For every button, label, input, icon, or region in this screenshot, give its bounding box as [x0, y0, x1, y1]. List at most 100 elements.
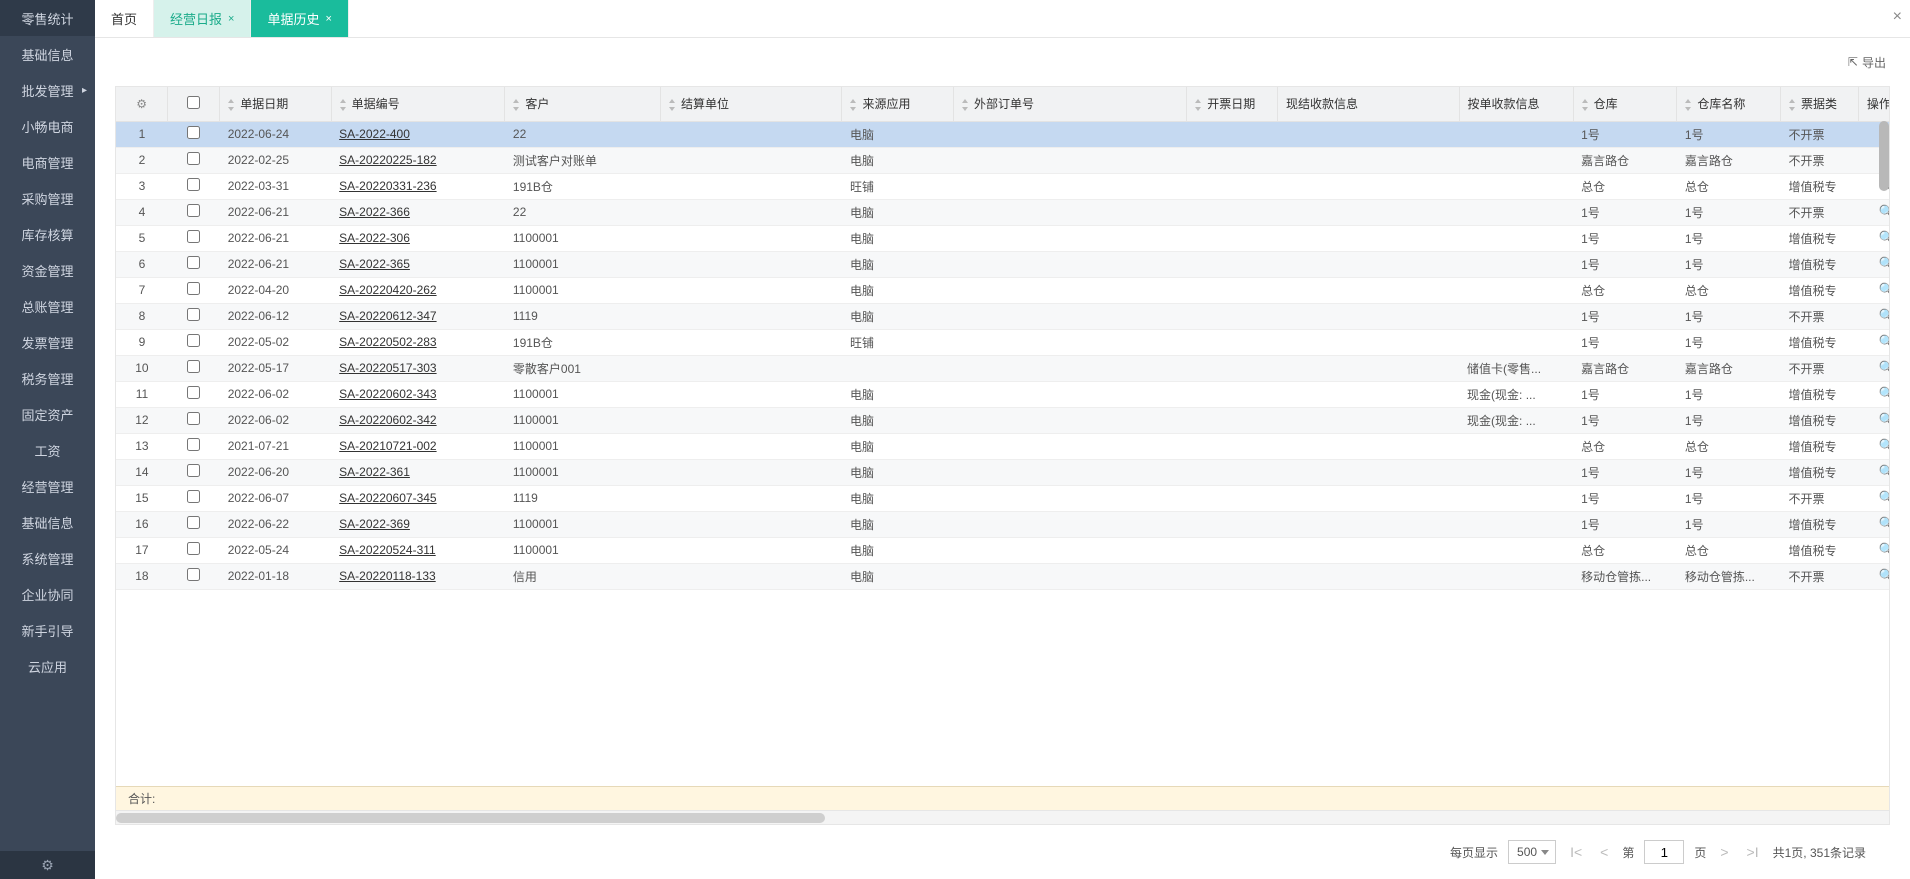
page-next-button[interactable]: >: [1716, 844, 1732, 860]
sidebar-item-1[interactable]: 基础信息: [0, 36, 95, 72]
page-last-button[interactable]: >I: [1743, 844, 1763, 860]
sort-icon[interactable]: [1685, 99, 1693, 111]
magnifier-icon[interactable]: 🔍: [1879, 464, 1889, 479]
table-row[interactable]: 132021-07-21SA-20210721-0021100001电脑总仓总仓…: [116, 433, 1889, 459]
sort-icon[interactable]: [513, 99, 521, 111]
row-checkbox[interactable]: [187, 542, 200, 555]
tabbar-close-icon[interactable]: ×: [1893, 8, 1902, 26]
page-prev-button[interactable]: <: [1596, 844, 1612, 860]
magnifier-icon[interactable]: 🔍: [1879, 204, 1889, 219]
document-link[interactable]: SA-2022-361: [339, 465, 410, 479]
table-row[interactable]: 172022-05-24SA-20220524-3111100001电脑总仓总仓…: [116, 537, 1889, 563]
gear-icon[interactable]: ⚙: [136, 97, 147, 111]
table-row[interactable]: 42022-06-21SA-2022-36622电脑1号1号不开票🔍: [116, 199, 1889, 225]
sort-icon[interactable]: [1789, 99, 1797, 111]
sidebar-item-2[interactable]: 批发管理: [0, 72, 95, 108]
magnifier-icon[interactable]: 🔍: [1879, 230, 1889, 245]
page-first-button[interactable]: I<: [1566, 844, 1586, 860]
row-checkbox[interactable]: [187, 386, 200, 399]
document-link[interactable]: SA-20220607-345: [339, 491, 436, 505]
row-checkbox[interactable]: [187, 516, 200, 529]
sidebar-item-11[interactable]: 固定资产: [0, 396, 95, 432]
row-checkbox[interactable]: [187, 438, 200, 451]
column-header-settle[interactable]: 结算单位: [660, 87, 842, 121]
row-checkbox[interactable]: [187, 152, 200, 165]
row-checkbox[interactable]: [187, 334, 200, 347]
column-header-invtype[interactable]: 票据类: [1781, 87, 1859, 121]
sidebar-item-0[interactable]: 零售统计: [0, 0, 95, 36]
table-row[interactable]: 62022-06-21SA-2022-3651100001电脑1号1号增值税专🔍: [116, 251, 1889, 277]
sidebar-item-17[interactable]: 新手引导: [0, 612, 95, 648]
row-checkbox[interactable]: [187, 282, 200, 295]
table-row[interactable]: 32022-03-31SA-20220331-236191B仓旺铺总仓总仓增值税…: [116, 173, 1889, 199]
row-checkbox[interactable]: [187, 490, 200, 503]
document-link[interactable]: SA-20220502-283: [339, 335, 436, 349]
magnifier-icon[interactable]: 🔍: [1879, 360, 1889, 375]
document-link[interactable]: SA-20220420-262: [339, 283, 436, 297]
table-row[interactable]: 162022-06-22SA-2022-3691100001电脑1号1号增值税专…: [116, 511, 1889, 537]
sort-icon[interactable]: [340, 99, 348, 111]
table-row[interactable]: 142022-06-20SA-2022-3611100001电脑1号1号增值税专…: [116, 459, 1889, 485]
row-checkbox[interactable]: [187, 464, 200, 477]
table-row[interactable]: 152022-06-07SA-20220607-3451119电脑1号1号不开票…: [116, 485, 1889, 511]
row-checkbox[interactable]: [187, 412, 200, 425]
document-link[interactable]: SA-20220524-311: [339, 543, 436, 557]
sidebar-item-16[interactable]: 企业协同: [0, 576, 95, 612]
tab-document-history[interactable]: 单据历史 ×: [251, 0, 348, 37]
document-link[interactable]: SA-20220612-347: [339, 309, 436, 323]
magnifier-icon[interactable]: 🔍: [1879, 568, 1889, 583]
sidebar-item-4[interactable]: 电商管理: [0, 144, 95, 180]
sort-icon[interactable]: [228, 99, 236, 111]
document-link[interactable]: SA-20220225-182: [339, 153, 436, 167]
magnifier-icon[interactable]: 🔍: [1879, 490, 1889, 505]
table-row[interactable]: 22022-02-25SA-20220225-182测试客户对账单电脑嘉言路仓嘉…: [116, 147, 1889, 173]
sidebar-item-18[interactable]: 云应用: [0, 648, 95, 684]
sidebar-item-7[interactable]: 资金管理: [0, 252, 95, 288]
export-button[interactable]: ⇱ 导出: [1848, 54, 1886, 71]
column-header-whname[interactable]: 仓库名称: [1677, 87, 1781, 121]
sidebar-item-6[interactable]: 库存核算: [0, 216, 95, 252]
document-link[interactable]: SA-2022-306: [339, 231, 410, 245]
magnifier-icon[interactable]: 🔍: [1879, 412, 1889, 427]
column-header-invdate[interactable]: 开票日期: [1187, 87, 1278, 121]
column-header-source[interactable]: 来源应用: [842, 87, 953, 121]
sidebar-item-10[interactable]: 税务管理: [0, 360, 95, 396]
sidebar-item-5[interactable]: 采购管理: [0, 180, 95, 216]
gear-icon[interactable]: ⚙: [41, 857, 54, 874]
horizontal-scrollbar[interactable]: [116, 810, 1889, 824]
table-row[interactable]: 12022-06-24SA-2022-40022电脑1号1号不开票🔍: [116, 121, 1889, 147]
column-header-doc[interactable]: 单据编号: [331, 87, 505, 121]
sort-icon[interactable]: [669, 99, 677, 111]
magnifier-icon[interactable]: 🔍: [1879, 438, 1889, 453]
scrollbar-thumb[interactable]: [116, 813, 825, 823]
table-row[interactable]: 102022-05-17SA-20220517-303零散客户001储值卡(零售…: [116, 355, 1889, 381]
magnifier-icon[interactable]: 🔍: [1879, 256, 1889, 271]
column-header-date[interactable]: 单据日期: [220, 87, 331, 121]
document-link[interactable]: SA-2022-365: [339, 257, 410, 271]
table-row[interactable]: 112022-06-02SA-20220602-3431100001电脑现金(现…: [116, 381, 1889, 407]
table-row[interactable]: 92022-05-02SA-20220502-283191B仓旺铺1号1号增值税…: [116, 329, 1889, 355]
close-icon[interactable]: ×: [325, 13, 331, 25]
sidebar-item-8[interactable]: 总账管理: [0, 288, 95, 324]
sort-icon[interactable]: [1195, 99, 1203, 111]
table-row[interactable]: 182022-01-18SA-20220118-133信用电脑移动仓管拣...移…: [116, 563, 1889, 589]
document-link[interactable]: SA-20220602-342: [339, 413, 436, 427]
close-icon[interactable]: ×: [228, 13, 234, 25]
sort-icon[interactable]: [850, 99, 858, 111]
tab-home[interactable]: 首页: [95, 0, 154, 37]
row-checkbox[interactable]: [187, 568, 200, 581]
table-row[interactable]: 82022-06-12SA-20220612-3471119电脑1号1号不开票🔍: [116, 303, 1889, 329]
table-row[interactable]: 72022-04-20SA-20220420-2621100001电脑总仓总仓增…: [116, 277, 1889, 303]
page-input[interactable]: [1644, 840, 1684, 864]
row-checkbox[interactable]: [187, 204, 200, 217]
row-checkbox[interactable]: [187, 360, 200, 373]
document-link[interactable]: SA-2022-366: [339, 205, 410, 219]
magnifier-icon[interactable]: 🔍: [1879, 386, 1889, 401]
row-checkbox[interactable]: [187, 126, 200, 139]
sidebar-item-3[interactable]: 小畅电商: [0, 108, 95, 144]
sort-icon[interactable]: [962, 99, 970, 111]
sidebar-item-9[interactable]: 发票管理: [0, 324, 95, 360]
document-link[interactable]: SA-20210721-002: [339, 439, 436, 453]
document-link[interactable]: SA-20220331-236: [339, 179, 436, 193]
column-header-customer[interactable]: 客户: [505, 87, 661, 121]
